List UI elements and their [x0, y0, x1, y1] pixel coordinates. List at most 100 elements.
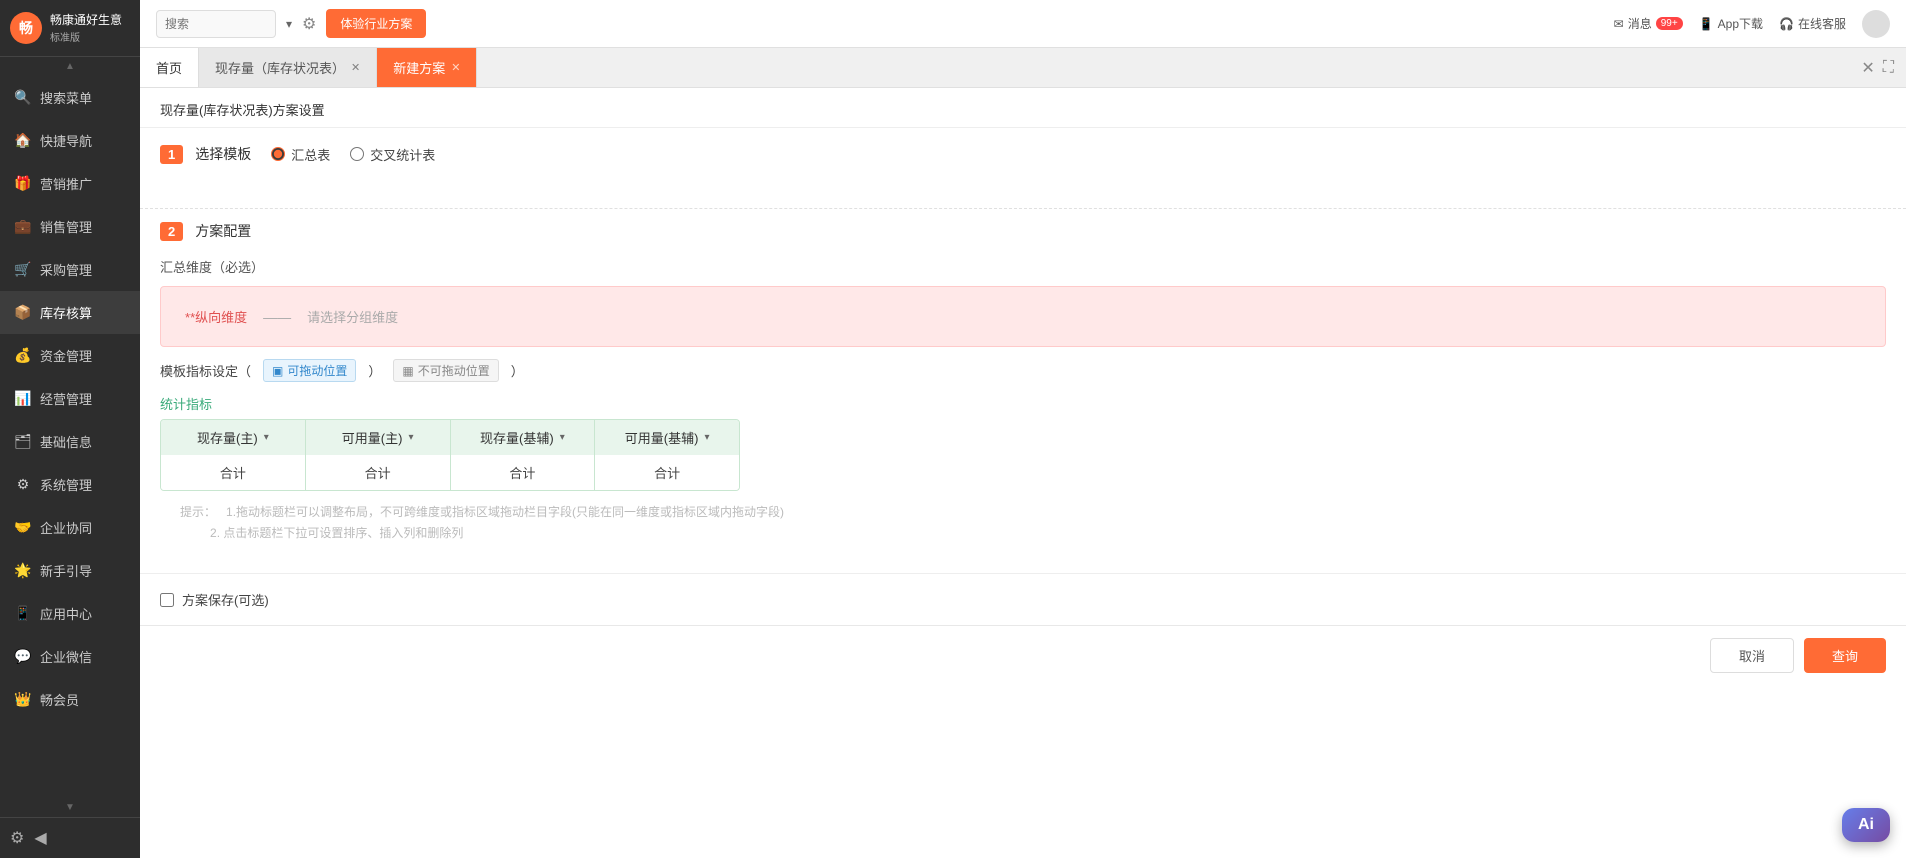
sidebar-scroll-down[interactable]: ▼ — [0, 798, 140, 817]
sidebar-scroll-up[interactable]: ▲ — [0, 57, 140, 76]
dropdown-chevron-icon[interactable]: ▾ — [286, 17, 292, 31]
sidebar-item-search-menu[interactable]: 🔍 搜索菜单 — [0, 76, 140, 119]
tab-close-all-button[interactable]: ✕ — [1861, 58, 1874, 78]
search-menu-icon: 🔍 — [14, 89, 32, 107]
tab-expand-button[interactable]: ⛶ — [1883, 59, 1894, 77]
app-download-button[interactable]: 📱 App下载 — [1699, 15, 1763, 32]
stats-table-header: 现存量(主) ▾ 可用量(主) ▾ 现存量(基辅) ▾ 可用量(基辅) ▾ — [161, 420, 739, 455]
step1-badge: 1 — [160, 145, 183, 164]
app-center-icon: 📱 — [14, 605, 32, 623]
stats-col-3[interactable]: 可用量(基辅) ▾ — [595, 420, 739, 455]
footer-actions: 取消 查询 — [140, 625, 1906, 685]
trial-button[interactable]: 体验行业方案 — [326, 9, 426, 38]
sidebar-item-marketing[interactable]: 🎁 营销推广 — [0, 162, 140, 205]
online-service-button[interactable]: 🎧 在线客服 — [1779, 15, 1846, 32]
indicator-fixed-badge: ▦ 不可拖动位置 — [393, 359, 498, 382]
save-checkbox[interactable] — [160, 593, 174, 607]
topbar: ▾ ⚙ 体验行业方案 ✉ 消息 99+ 📱 App下载 🎧 在线客服 — [140, 0, 1906, 48]
guide-icon: 🌟 — [14, 562, 32, 580]
sidebar-item-sales[interactable]: 💼 销售管理 — [0, 205, 140, 248]
tab-inventory-close-icon[interactable]: ✕ — [351, 61, 360, 74]
sidebar-item-base[interactable]: 🗂 基础信息 — [0, 420, 140, 463]
tab-inventory-status[interactable]: 现存量（库存状况表） ✕ — [199, 48, 377, 87]
sidebar-item-operations[interactable]: 📊 经营管理 — [0, 377, 140, 420]
purchase-icon: 🛒 — [14, 261, 32, 279]
sidebar-item-system[interactable]: ⚙ 系统管理 — [0, 463, 140, 506]
gear-icon[interactable]: ⚙ — [302, 14, 316, 34]
quick-nav-icon: 🏠 — [14, 132, 32, 150]
sidebar-item-wechat[interactable]: 💬 企业微信 — [0, 635, 140, 678]
fixed-icon: ▦ — [402, 364, 413, 378]
stats-table: 现存量(主) ▾ 可用量(主) ▾ 现存量(基辅) ▾ 可用量(基辅) ▾ — [160, 419, 740, 491]
dimension-arrow: —— — [263, 309, 291, 325]
step2-section: 2 方案配置 汇总维度（必选） **纵向维度 —— 请选择分组维度 模板指标设定… — [140, 221, 1906, 573]
app-logo: 畅 畅康通好生意 标准版 — [0, 0, 140, 57]
indicator-draggable-badge: ▣ 可拖动位置 — [263, 359, 356, 382]
radio-cross[interactable]: 交叉统计表 — [350, 145, 435, 164]
tab-home[interactable]: 首页 — [140, 48, 199, 87]
message-button[interactable]: ✉ 消息 99+ — [1614, 15, 1683, 32]
step2-title: 方案配置 — [195, 221, 251, 241]
settings-icon[interactable]: ⚙ — [10, 828, 24, 848]
sidebar-item-app-center[interactable]: 📱 应用中心 — [0, 592, 140, 635]
stats-title: 统计指标 — [160, 394, 1886, 413]
stats-cell-1: 合计 — [306, 455, 451, 490]
dimension-placeholder: 请选择分组维度 — [307, 307, 398, 326]
tabs-bar: 首页 现存量（库存状况表） ✕ 新建方案 ✕ ✕ ⛶ — [140, 48, 1906, 88]
headset-icon: 🎧 — [1779, 17, 1794, 31]
sidebar-item-contract[interactable]: 🤝 企业协同 — [0, 506, 140, 549]
tip2: 2. 点击标题栏下拉可设置排序、插入列和删除列 — [180, 524, 1866, 541]
stats-col-1[interactable]: 可用量(主) ▾ — [306, 420, 451, 455]
step1-section: 1 选择模板 汇总表 交叉统计表 — [140, 128, 1906, 196]
app-download-icon: 📱 — [1699, 17, 1714, 31]
page-title: 现存量(库存状况表)方案设置 — [140, 88, 1906, 128]
sidebar-item-guide[interactable]: 🌟 新手引导 — [0, 549, 140, 592]
tips-section: 提示： 1.拖动标题栏可以调整布局，不可跨维度或指标区域拖动栏目字段(只能在同一… — [160, 491, 1886, 557]
step-divider — [140, 208, 1906, 209]
stats-cell-2: 合计 — [451, 455, 596, 490]
member-icon: 👑 — [14, 691, 32, 709]
radio-summary[interactable]: 汇总表 — [271, 145, 330, 164]
base-icon: 🗂 — [14, 433, 32, 451]
user-avatar[interactable] — [1862, 10, 1890, 38]
tab-new-plan-close-icon[interactable]: ✕ — [451, 61, 460, 74]
search-input[interactable] — [156, 10, 276, 38]
radio-summary-input[interactable] — [271, 147, 285, 161]
save-option-section: 方案保存(可选) — [140, 573, 1906, 625]
draggable-icon: ▣ — [272, 364, 283, 378]
query-button[interactable]: 查询 — [1804, 638, 1886, 673]
sidebar-item-member[interactable]: 👑 畅会员 — [0, 678, 140, 721]
step1-title: 选择模板 — [195, 144, 251, 164]
col0-chevron-icon: ▾ — [264, 432, 269, 443]
wechat-icon: 💬 — [14, 648, 32, 666]
sidebar-item-inventory[interactable]: 📦 库存核算 — [0, 291, 140, 334]
save-option-label[interactable]: 方案保存(可选) — [160, 590, 1886, 609]
sidebar-item-finance[interactable]: 💰 资金管理 — [0, 334, 140, 377]
logo-text: 畅康通好生意 标准版 — [50, 12, 122, 44]
inventory-icon: 📦 — [14, 304, 32, 322]
sidebar-item-quick-nav[interactable]: 🏠 快捷导航 — [0, 119, 140, 162]
marketing-icon: 🎁 — [14, 175, 32, 193]
indicator-setting-row: 模板指标设定（ ▣ 可拖动位置 ） ▦ 不可拖动位置 ） — [160, 347, 1886, 394]
sidebar-item-purchase[interactable]: 🛒 采购管理 — [0, 248, 140, 291]
sidebar-nav: 🔍 搜索菜单 🏠 快捷导航 🎁 营销推广 💼 销售管理 🛒 采购管理 📦 库存核… — [0, 76, 140, 798]
contract-icon: 🤝 — [14, 519, 32, 537]
cancel-button[interactable]: 取消 — [1710, 638, 1794, 673]
aggregation-label: 汇总维度（必选） — [160, 257, 1886, 276]
dimension-area[interactable]: **纵向维度 —— 请选择分组维度 — [160, 286, 1886, 347]
sidebar: 畅 畅康通好生意 标准版 ▲ 🔍 搜索菜单 🏠 快捷导航 🎁 营销推广 💼 销售… — [0, 0, 140, 858]
system-icon: ⚙ — [14, 476, 32, 494]
tab-new-plan[interactable]: 新建方案 ✕ — [377, 48, 477, 87]
indicator-setting-label: 模板指标设定（ — [160, 361, 251, 380]
finance-icon: 💰 — [14, 347, 32, 365]
tabsbar-actions: ✕ ⛶ — [1861, 58, 1906, 78]
stats-col-0[interactable]: 现存量(主) ▾ — [161, 420, 306, 455]
step2-row: 2 方案配置 — [160, 221, 1886, 241]
template-radio-group: 汇总表 交叉统计表 — [271, 145, 435, 164]
col1-chevron-icon: ▾ — [408, 432, 413, 443]
col3-chevron-icon: ▾ — [704, 432, 709, 443]
ai-float-button[interactable]: Ai — [1842, 808, 1890, 842]
stats-col-2[interactable]: 现存量(基辅) ▾ — [451, 420, 596, 455]
collapse-icon[interactable]: ◀ — [34, 828, 46, 848]
radio-cross-input[interactable] — [350, 147, 364, 161]
